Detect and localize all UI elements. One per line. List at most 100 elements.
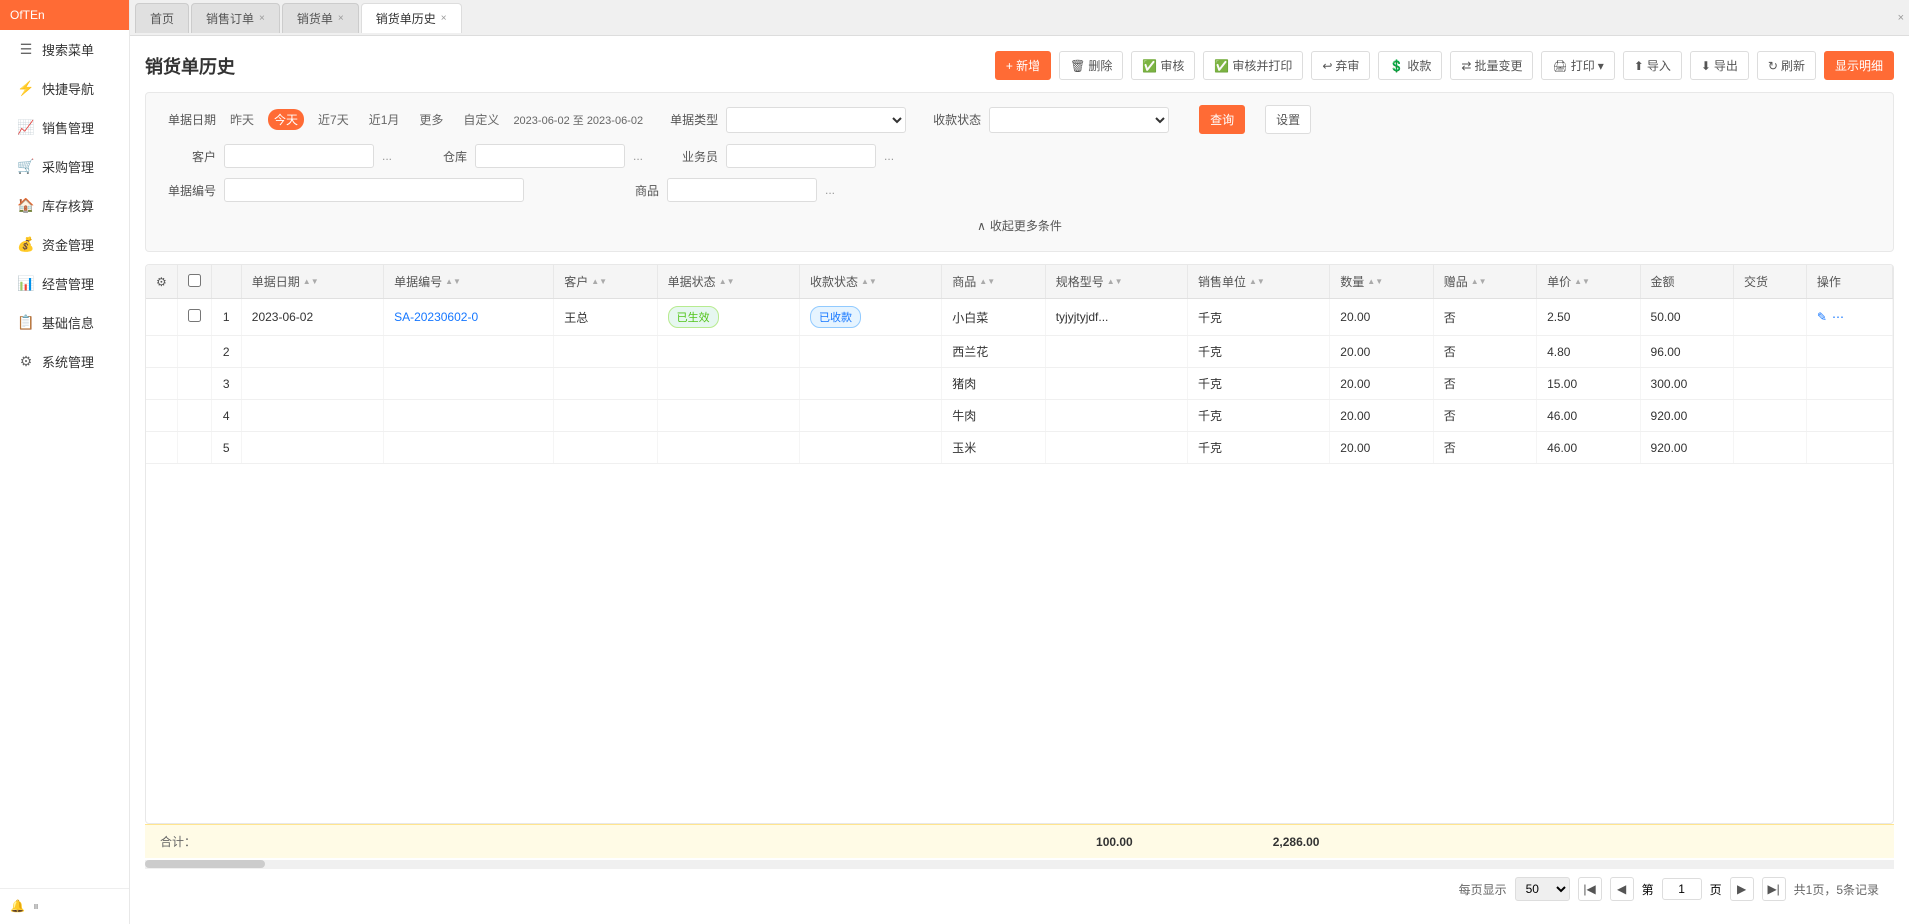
date-tag-1month[interactable]: 近1月 <box>363 109 406 130</box>
date-tag-yesterday[interactable]: 昨天 <box>224 109 260 130</box>
th-amount: 金额 <box>1640 265 1733 299</box>
prev-page-button[interactable]: ◀ <box>1610 877 1634 901</box>
goods-input[interactable] <box>667 178 817 202</box>
date-tag-more[interactable]: 更多 <box>413 109 449 130</box>
next-page-button[interactable]: ▶ <box>1730 877 1754 901</box>
print-button[interactable]: 🖨 打印 ▾ <box>1541 51 1614 80</box>
td-doc-date: 2023-06-02 <box>241 299 383 336</box>
th-spec[interactable]: 规格型号▲▼ <box>1045 265 1187 299</box>
sidebar-item-purchase-mgmt[interactable]: 🛒 采购管理 <box>0 147 129 186</box>
last-page-button[interactable]: ▶| <box>1762 877 1786 901</box>
th-collect-status[interactable]: 收款状态▲▼ <box>799 265 941 299</box>
close-all-button[interactable]: × <box>1898 12 1904 24</box>
show-detail-button[interactable]: 显示明细 <box>1824 51 1894 80</box>
td-doc-no <box>384 368 554 400</box>
td-quantity: 20.00 <box>1330 432 1433 464</box>
table-header-row: ⚙ 单据日期▲▼ 单据编号▲▼ 客户▲▼ 单据状态▲▼ 收款状态▲▼ 商品▲▼ … <box>146 265 1893 299</box>
customer-input[interactable] <box>224 144 374 168</box>
query-button[interactable]: 查询 <box>1199 105 1245 134</box>
td-unit-price: 46.00 <box>1537 400 1640 432</box>
th-goods[interactable]: 商品▲▼ <box>942 265 1045 299</box>
collect-status-select[interactable] <box>989 107 1169 133</box>
goods-dots[interactable]: ... <box>825 183 835 197</box>
date-tag-today[interactable]: 今天 <box>268 109 304 130</box>
sidebar-item-label: 库存核算 <box>42 196 94 215</box>
batch-change-button[interactable]: ⇄ 批量变更 <box>1450 51 1533 80</box>
audit-print-button[interactable]: ✅ 审核并打印 <box>1203 51 1303 80</box>
td-doc-date <box>241 400 383 432</box>
delete-button[interactable]: 🗑 删除 <box>1059 51 1123 80</box>
tab-sales-history[interactable]: 销货单历史 × <box>361 3 462 33</box>
total-info: 共1页，5条记录 <box>1794 881 1879 898</box>
sidebar-item-finance[interactable]: 💰 资金管理 <box>0 225 129 264</box>
td-gift: 否 <box>1433 299 1536 336</box>
row-checkbox[interactable] <box>188 309 201 322</box>
page-number-input[interactable] <box>1662 878 1702 900</box>
collect-button[interactable]: 💲 收款 <box>1378 51 1442 80</box>
abandon-button[interactable]: ↩ 弃审 <box>1311 51 1370 80</box>
docno-input[interactable] <box>224 178 524 202</box>
action-编辑[interactable]: ✎ <box>1817 310 1827 324</box>
td-spec <box>1045 336 1187 368</box>
tab-sales-order-close[interactable]: × <box>259 13 265 24</box>
sidebar-item-quick-nav[interactable]: ⚡ 快捷导航 <box>0 69 129 108</box>
th-action: 操作 <box>1806 265 1892 299</box>
import-button[interactable]: ⬆ 导入 <box>1623 51 1682 80</box>
settings-button[interactable]: 设置 <box>1265 105 1311 134</box>
refresh-button[interactable]: ↻ 刷新 <box>1757 51 1816 80</box>
sidebar-item-base-info[interactable]: 📋 基础信息 <box>0 303 129 342</box>
sidebar-item-inventory[interactable]: 🏠 库存核算 <box>0 186 129 225</box>
audit-button[interactable]: ✅ 审核 <box>1131 51 1195 80</box>
tab-sales-delivery-close[interactable]: × <box>338 13 344 24</box>
tab-sales-history-close[interactable]: × <box>441 13 447 24</box>
batch-icon: ⇄ <box>1461 59 1471 73</box>
sidebar-item-sys-mgmt[interactable]: ⚙ 系统管理 <box>0 342 129 381</box>
horizontal-scrollbar[interactable] <box>145 860 1894 868</box>
main-area: 首页 销售订单 × 销货单 × 销货单历史 × × 销货单历史 + 新增 🗑 删… <box>130 0 1909 924</box>
tab-sales-order[interactable]: 销售订单 × <box>191 3 280 33</box>
th-gift[interactable]: 赠品▲▼ <box>1433 265 1536 299</box>
doc-no-link[interactable]: SA-20230602-0 <box>394 310 478 324</box>
tab-sales-order-label: 销售订单 <box>206 10 254 27</box>
page-size-select[interactable]: 50 100 200 <box>1515 877 1570 901</box>
td-unit-price: 4.80 <box>1537 336 1640 368</box>
export-button[interactable]: ⬇ 导出 <box>1690 51 1749 80</box>
th-customer[interactable]: 客户▲▼ <box>554 265 657 299</box>
th-doc-status[interactable]: 单据状态▲▼ <box>657 265 799 299</box>
date-tag-custom[interactable]: 自定义 <box>457 109 505 130</box>
sidebar-item-ops-mgmt[interactable]: 📊 经营管理 <box>0 264 129 303</box>
th-quantity[interactable]: 数量▲▼ <box>1330 265 1433 299</box>
filter-row-2: 客户 ... 仓库 ... 业务员 ... <box>161 144 1878 168</box>
tab-home[interactable]: 首页 <box>135 3 189 33</box>
print-icon: 🖨 <box>1552 59 1567 73</box>
filter-group-collect-status: 收款状态 <box>926 107 1169 133</box>
td-collect-status <box>799 432 941 464</box>
th-sales-unit[interactable]: 销售单位▲▼ <box>1187 265 1329 299</box>
warehouse-input[interactable] <box>475 144 625 168</box>
sidebar-item-sales-mgmt[interactable]: 📈 销售管理 <box>0 108 129 147</box>
date-tag-7days[interactable]: 近7天 <box>312 109 355 130</box>
tab-sales-delivery[interactable]: 销货单 × <box>282 3 359 33</box>
action-更多[interactable]: ⋯ <box>1832 310 1844 324</box>
sidebar-item-search-menu[interactable]: ☰ 搜索菜单 <box>0 30 129 69</box>
td-goods: 小白菜 <box>942 299 1045 336</box>
warehouse-dots[interactable]: ... <box>633 149 643 163</box>
select-all-checkbox[interactable] <box>188 274 201 287</box>
td-goods: 牛肉 <box>942 400 1045 432</box>
th-doc-no[interactable]: 单据编号▲▼ <box>384 265 554 299</box>
customer-dots[interactable]: ... <box>382 149 392 163</box>
sidebar-footer-icon2[interactable]: ⏸ <box>33 899 39 914</box>
th-doc-date[interactable]: 单据日期▲▼ <box>241 265 383 299</box>
salesperson-dots[interactable]: ... <box>884 149 894 163</box>
salesperson-input[interactable] <box>726 144 876 168</box>
th-unit-price[interactable]: 单价▲▼ <box>1537 265 1640 299</box>
sidebar-footer-icon1[interactable]: 🔔 <box>10 899 25 914</box>
add-button[interactable]: + 新增 <box>995 51 1051 80</box>
doc-type-select[interactable] <box>726 107 906 133</box>
th-transaction: 交货 <box>1734 265 1807 299</box>
collapse-button[interactable]: ∧ 收起更多条件 <box>161 212 1878 239</box>
first-page-button[interactable]: |◀ <box>1578 877 1602 901</box>
scrollbar-thumb[interactable] <box>145 860 265 868</box>
td-sales-unit: 千克 <box>1187 368 1329 400</box>
th-gear[interactable]: ⚙ <box>146 265 177 299</box>
